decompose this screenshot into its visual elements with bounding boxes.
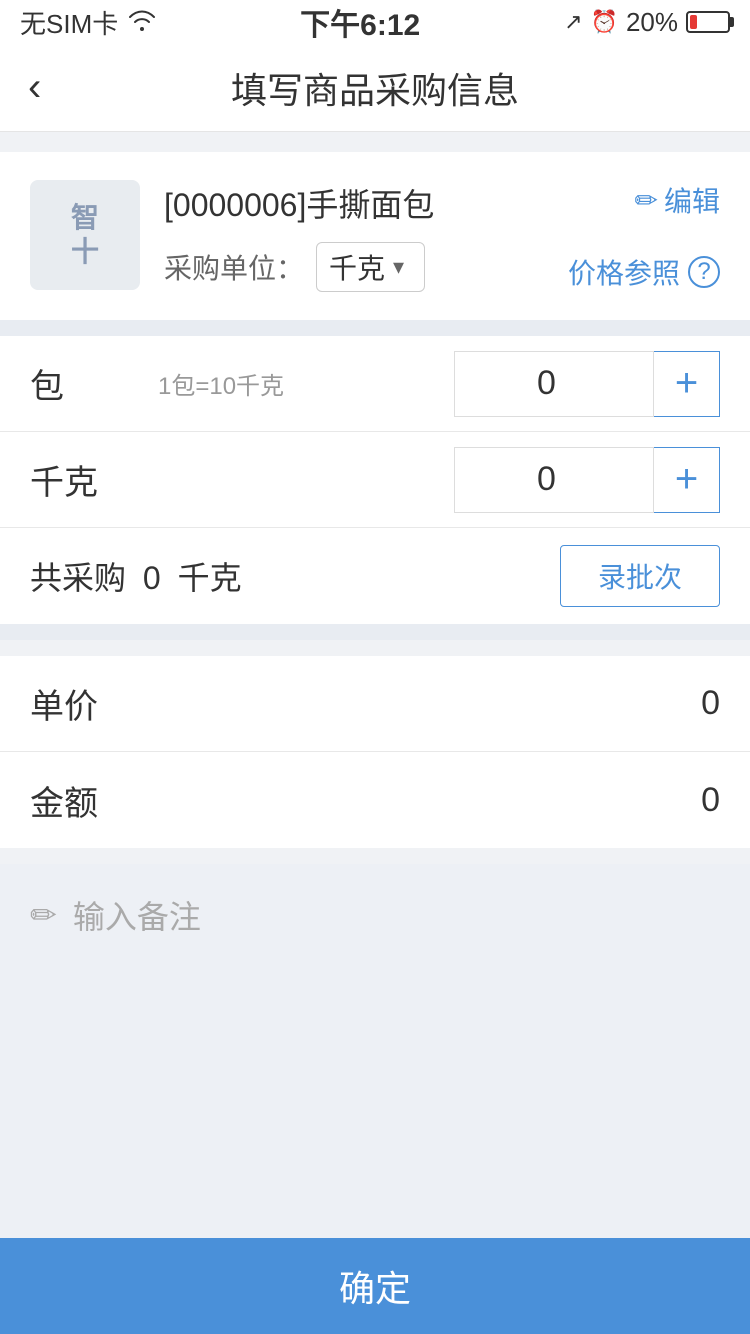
- price-ref-button[interactable]: 价格参照 ?: [568, 252, 720, 292]
- amount-row: 金额 0: [0, 752, 750, 848]
- kg-input-control: +: [454, 447, 720, 513]
- nav-bar: ‹ 填写商品采购信息: [0, 44, 750, 132]
- bao-quantity-input[interactable]: [454, 351, 654, 417]
- help-icon: ?: [688, 256, 720, 288]
- alarm-icon: ⏰: [591, 9, 618, 35]
- bao-plus-button[interactable]: +: [654, 351, 720, 417]
- unit-price-label: 单价: [30, 679, 98, 728]
- unit-select[interactable]: 千克 ▾: [316, 242, 425, 292]
- product-thumbnail: 智 十: [30, 180, 140, 290]
- edit-icon: ✏: [635, 184, 658, 217]
- bao-sublabel: 1包=10千克: [158, 366, 454, 401]
- back-button[interactable]: ‹: [28, 65, 41, 110]
- input-section: 包 1包=10千克 + 千克 +: [0, 336, 750, 528]
- confirm-button[interactable]: 确定: [0, 1238, 750, 1334]
- total-row: 共采购 0 千克 录批次: [0, 528, 750, 624]
- edit-button[interactable]: ✏ 编辑: [635, 180, 720, 220]
- page-title: 填写商品采购信息: [231, 62, 519, 114]
- edit-label: 编辑: [664, 180, 720, 220]
- bao-input-control: +: [454, 351, 720, 417]
- purchase-unit-label: 采购单位：: [164, 247, 304, 287]
- unit-price-row: 单价 0: [0, 656, 750, 752]
- battery-percent: 20%: [626, 7, 678, 38]
- pencil-icon: ✏: [30, 896, 57, 934]
- unit-price-value: 0: [701, 684, 720, 723]
- bao-label: 包: [30, 359, 150, 408]
- chevron-down-icon: ▾: [393, 254, 404, 280]
- kg-input-row: 千克 +: [0, 432, 750, 528]
- bao-input-row: 包 1包=10千克 +: [0, 336, 750, 432]
- unit-value: 千克: [329, 247, 385, 287]
- battery-icon: [686, 11, 730, 33]
- kg-quantity-input[interactable]: [454, 447, 654, 513]
- product-logo: 智 十: [71, 201, 99, 268]
- status-bar: 无SIM卡 下午6:12 ↗ ⏰ 20%: [0, 0, 750, 44]
- total-label: 共采购 0 千克: [30, 553, 242, 599]
- price-section: 单价 0 金额 0: [0, 656, 750, 848]
- status-bar-time: 下午6:12: [300, 0, 420, 44]
- carrier-label: 无SIM卡: [20, 4, 118, 41]
- section-divider-2: [0, 624, 750, 640]
- location-icon: ↗: [564, 9, 582, 35]
- batch-button[interactable]: 录批次: [560, 545, 720, 607]
- amount-label: 金额: [30, 776, 98, 825]
- status-bar-right: ↗ ⏰ 20%: [564, 7, 730, 38]
- product-card: 智 十 [0000006]手撕面包 采购单位： 千克 ▾ ✏ 编辑 价格参照 ?: [0, 152, 750, 320]
- total-amount: 0: [143, 560, 161, 596]
- kg-label: 千克: [30, 455, 150, 504]
- remark-input[interactable]: 输入备注: [73, 892, 201, 938]
- kg-plus-button[interactable]: +: [654, 447, 720, 513]
- price-ref-label: 价格参照: [568, 252, 680, 292]
- amount-value: 0: [701, 781, 720, 820]
- section-divider: [0, 320, 750, 336]
- wifi-icon: [128, 7, 156, 38]
- status-bar-left: 无SIM卡: [20, 4, 156, 41]
- remark-section[interactable]: ✏ 输入备注: [0, 864, 750, 1004]
